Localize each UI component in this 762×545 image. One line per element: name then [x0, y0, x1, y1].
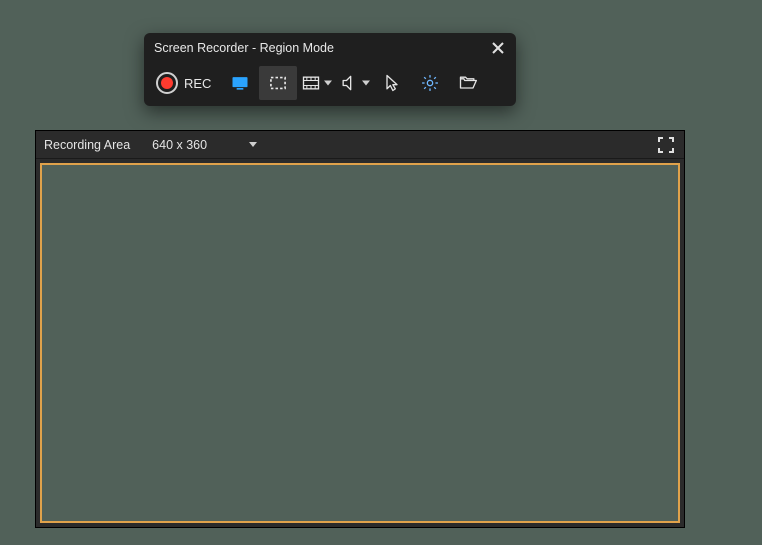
open-folder-button[interactable]: [449, 66, 487, 100]
region-select-icon: [268, 73, 288, 93]
dimension-dropdown[interactable]: 640 x 360: [148, 135, 261, 155]
cursor-icon: [382, 73, 402, 93]
recorder-toolbar-window: Screen Recorder - Region Mode REC: [144, 33, 516, 106]
close-button[interactable]: [488, 38, 508, 58]
chevron-down-icon: [324, 81, 332, 86]
film-icon: [301, 73, 321, 93]
recording-area-label: Recording Area: [44, 138, 130, 152]
region-mode-button[interactable]: [259, 66, 297, 100]
toolbar-row: REC: [144, 63, 516, 106]
video-format-button[interactable]: [297, 66, 335, 100]
chevron-down-icon: [362, 81, 370, 86]
expand-icon: [658, 137, 674, 153]
recording-area-header: Recording Area 640 x 360: [36, 131, 684, 159]
gear-icon: [420, 73, 440, 93]
record-icon: [156, 72, 178, 94]
chevron-down-icon: [249, 142, 257, 147]
audio-button[interactable]: [335, 66, 373, 100]
speaker-icon: [339, 73, 359, 93]
fullscreen-mode-button[interactable]: [221, 66, 259, 100]
expand-button[interactable]: [656, 135, 676, 155]
record-button[interactable]: REC: [150, 66, 221, 100]
cursor-options-button[interactable]: [373, 66, 411, 100]
titlebar: Screen Recorder - Region Mode: [144, 33, 516, 63]
monitor-icon: [230, 73, 250, 93]
record-label: REC: [184, 76, 211, 91]
dimension-value: 640 x 360: [152, 138, 207, 152]
settings-button[interactable]: [411, 66, 449, 100]
recording-area-window: Recording Area 640 x 360: [35, 130, 685, 528]
window-title: Screen Recorder - Region Mode: [154, 41, 334, 55]
recording-region-canvas[interactable]: [40, 163, 680, 523]
folder-open-icon: [458, 73, 478, 93]
close-icon: [492, 42, 504, 54]
